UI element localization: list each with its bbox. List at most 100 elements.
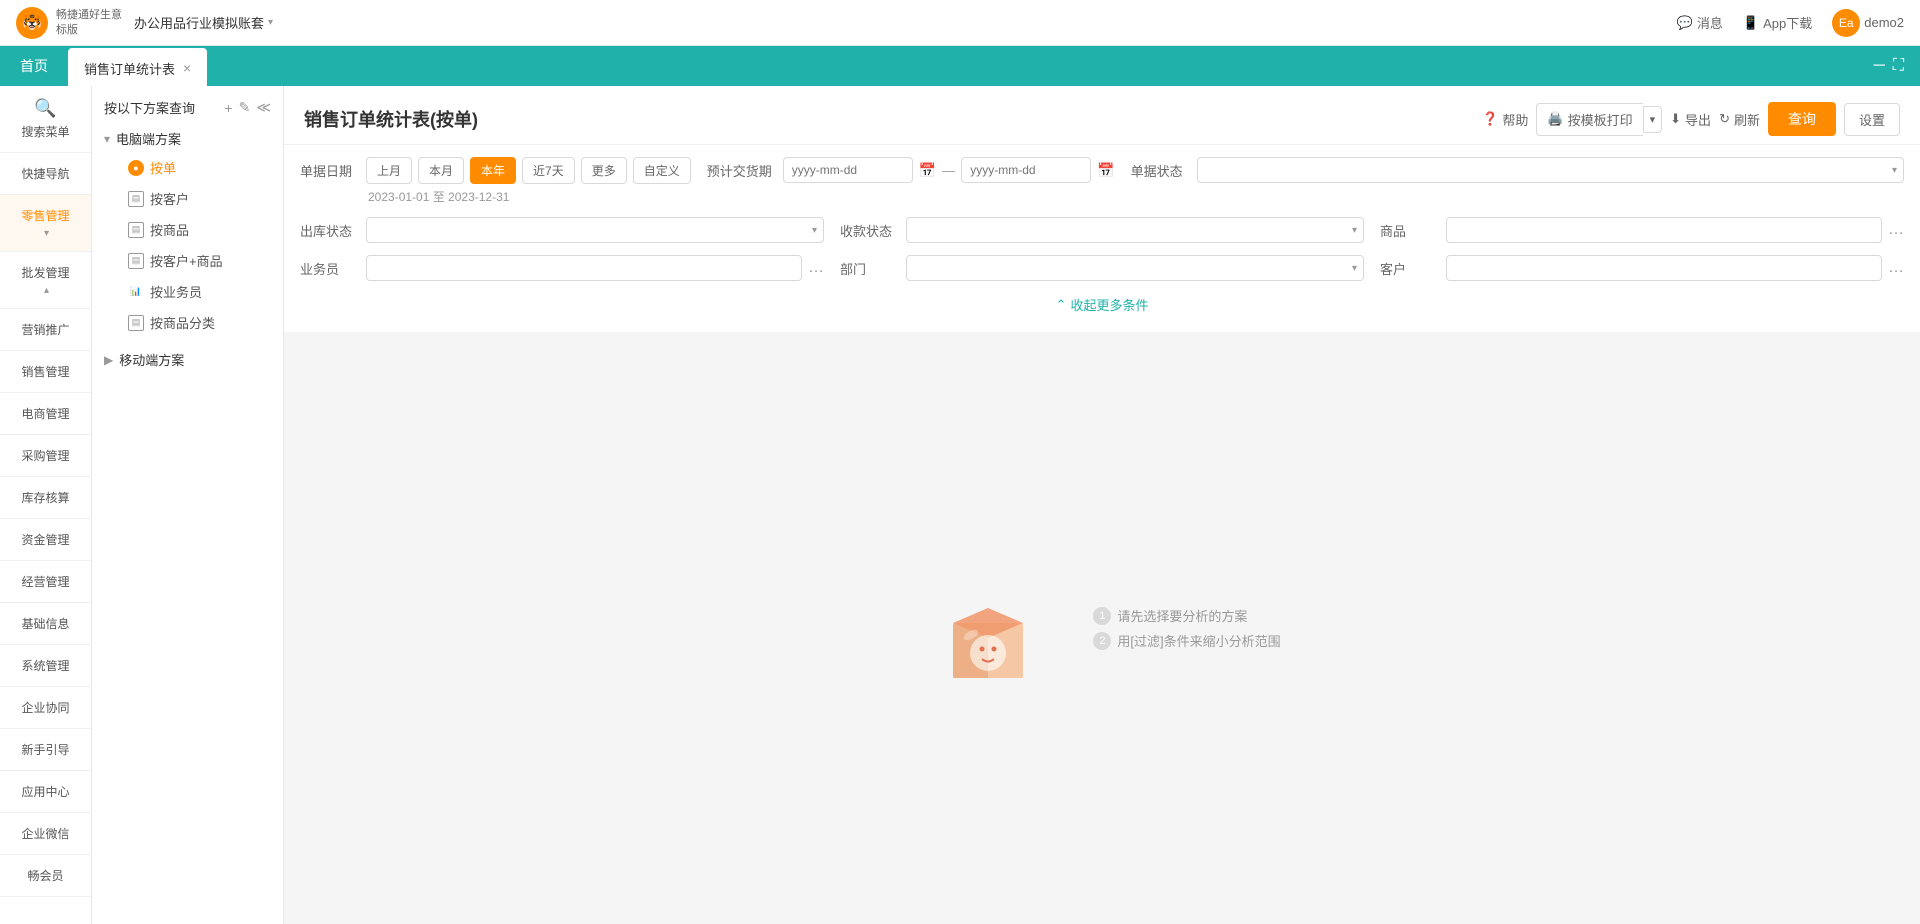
salesperson-more-icon[interactable]: … bbox=[808, 259, 824, 277]
salesperson-input[interactable] bbox=[366, 255, 802, 281]
page-header: 销售订单统计表(按单) ❓ 帮助 🖨️ 按模板打印 ▾ ⬇ bbox=[284, 86, 1920, 145]
scheme-icon: ▤ bbox=[128, 253, 144, 269]
sidebar-item-sales[interactable]: 销售管理 bbox=[0, 351, 91, 393]
filters-container: 单据日期 上月 本月 本年 近7天 更多 自定义 2023-01-01 至 20… bbox=[284, 145, 1920, 332]
scheme-item-by-customer-goods[interactable]: ▤ 按客户+商品 bbox=[116, 245, 283, 276]
expected-date-end[interactable] bbox=[961, 157, 1091, 183]
header-right: 💬 消息 📱 App下载 Ea demo2 bbox=[1677, 9, 1904, 37]
user-profile[interactable]: Ea demo2 bbox=[1832, 9, 1904, 37]
scheme-active-icon: ● bbox=[128, 160, 144, 176]
sidebar: 🔍 搜索菜单 快捷导航 零售管理 ▾ 批发管理 ▴ 营销推广 销售管理 电商管理… bbox=[0, 86, 92, 924]
goods-label: 商品 bbox=[1380, 221, 1440, 240]
help-button[interactable]: ❓ 帮助 bbox=[1482, 110, 1528, 129]
tab-sales-order[interactable]: 销售订单统计表 × bbox=[68, 48, 207, 88]
scheme-header: 按以下方案查询 + ✎ ≪ bbox=[92, 98, 283, 125]
tab-bar: 首页 销售订单统计表 × ─ ⛶ bbox=[0, 46, 1920, 86]
sidebar-item-business[interactable]: 经营管理 bbox=[0, 561, 91, 603]
export-icon: ⬇ bbox=[1670, 111, 1681, 127]
chevron-right-icon: ▶ bbox=[104, 353, 113, 367]
date-btn-more[interactable]: 更多 bbox=[581, 157, 627, 184]
department-filter: 部门 ▾ bbox=[840, 255, 1364, 281]
sidebar-item-newbie[interactable]: 新手引导 bbox=[0, 729, 91, 771]
date-btn-7days[interactable]: 近7天 bbox=[522, 157, 575, 184]
sidebar-item-wholesale[interactable]: 批发管理 ▴ bbox=[0, 252, 91, 309]
page-title: 销售订单统计表(按单) bbox=[304, 106, 478, 132]
scheme-item-by-salesperson[interactable]: 📊 按业务员 bbox=[116, 276, 283, 307]
payment-select-container: ▾ bbox=[906, 217, 1364, 243]
date-btn-last-month[interactable]: 上月 bbox=[366, 157, 412, 184]
status-select[interactable] bbox=[1197, 157, 1904, 183]
calendar-icon-start[interactable]: 📅 bbox=[919, 162, 936, 179]
settings-button[interactable]: 设置 bbox=[1844, 103, 1900, 136]
sidebar-item-basic[interactable]: 基础信息 bbox=[0, 603, 91, 645]
delivery-select[interactable] bbox=[366, 217, 824, 243]
date-separator: — bbox=[942, 163, 955, 178]
window-maximize-button[interactable]: ⛶ bbox=[1893, 58, 1904, 74]
app-download-button[interactable]: 📱 App下载 bbox=[1743, 13, 1812, 32]
sidebar-item-inventory[interactable]: 库存核算 bbox=[0, 477, 91, 519]
expected-date-filter: 预计交货期 📅 — 📅 bbox=[707, 157, 1115, 183]
add-scheme-icon[interactable]: + bbox=[224, 100, 232, 116]
payment-select[interactable] bbox=[906, 217, 1364, 243]
sidebar-item-app-center[interactable]: 应用中心 bbox=[0, 771, 91, 813]
sidebar-item-member[interactable]: 畅会员 bbox=[0, 855, 91, 897]
empty-hint-1: 1 请先选择要分析的方案 bbox=[1093, 606, 1247, 625]
company-selector[interactable]: 办公用品行业模拟账套 ▾ bbox=[134, 13, 273, 32]
date-btn-custom[interactable]: 自定义 bbox=[633, 157, 691, 184]
sidebar-item-enterprise-wechat[interactable]: 企业微信 bbox=[0, 813, 91, 855]
date-btn-this-month[interactable]: 本月 bbox=[418, 157, 464, 184]
delivery-select-container: ▾ bbox=[366, 217, 824, 243]
scheme-category-mobile[interactable]: ▶ 移动端方案 bbox=[92, 346, 283, 373]
empty-state-content: 1 请先选择要分析的方案 2 用[过滤]条件来缩小分析范围 bbox=[923, 563, 1280, 693]
tab-home[interactable]: 首页 bbox=[0, 46, 68, 86]
message-button[interactable]: 💬 消息 bbox=[1677, 13, 1723, 32]
date-range-display: 2023-01-01 至 2023-12-31 bbox=[300, 188, 691, 205]
edit-scheme-icon[interactable]: ✎ bbox=[239, 99, 251, 116]
sidebar-item-system[interactable]: 系统管理 bbox=[0, 645, 91, 687]
sidebar-item-ecommerce[interactable]: 电商管理 bbox=[0, 393, 91, 435]
department-select[interactable] bbox=[906, 255, 1364, 281]
expected-date-start[interactable] bbox=[783, 157, 913, 183]
scheme-item-by-goods[interactable]: ▤ 按商品 bbox=[116, 214, 283, 245]
scheme-item-by-order[interactable]: ● 按单 bbox=[116, 152, 283, 183]
collapse-filters-button[interactable]: ⌃ 收起更多条件 bbox=[300, 289, 1904, 320]
sidebar-item-purchase[interactable]: 采购管理 bbox=[0, 435, 91, 477]
print-dropdown-button[interactable]: ▾ bbox=[1643, 106, 1663, 133]
scheme-item-by-category[interactable]: ▤ 按商品分类 bbox=[116, 307, 283, 338]
scheme-item-by-customer[interactable]: ▤ 按客户 bbox=[116, 183, 283, 214]
print-button[interactable]: 🖨️ 按模板打印 bbox=[1536, 103, 1642, 136]
status-label: 单据状态 bbox=[1131, 161, 1191, 180]
date-btn-this-year[interactable]: 本年 bbox=[470, 157, 516, 184]
sidebar-item-retail[interactable]: 零售管理 ▾ bbox=[0, 195, 91, 252]
goods-more-icon[interactable]: … bbox=[1888, 221, 1904, 239]
collapse-scheme-icon[interactable]: ≪ bbox=[256, 99, 271, 116]
main-layout: 🔍 搜索菜单 快捷导航 零售管理 ▾ 批发管理 ▴ 营销推广 销售管理 电商管理… bbox=[0, 86, 1920, 924]
page-actions: ❓ 帮助 🖨️ 按模板打印 ▾ ⬇ 导出 bbox=[1482, 102, 1900, 136]
calendar-icon-end[interactable]: 📅 bbox=[1097, 162, 1114, 179]
department-select-container: ▾ bbox=[906, 255, 1364, 281]
goods-input[interactable] bbox=[1446, 217, 1882, 243]
sidebar-item-enterprise[interactable]: 企业协同 bbox=[0, 687, 91, 729]
scheme-header-actions: + ✎ ≪ bbox=[224, 99, 271, 116]
logo-text: 畅捷通好生意 标版 bbox=[56, 8, 122, 37]
chevron-down-icon: ▾ bbox=[44, 228, 49, 239]
hint-number-1: 1 bbox=[1093, 607, 1111, 625]
sidebar-item-marketing[interactable]: 营销推广 bbox=[0, 309, 91, 351]
customer-input[interactable] bbox=[1446, 255, 1882, 281]
query-button[interactable]: 查询 bbox=[1768, 102, 1836, 136]
avatar: Ea bbox=[1832, 9, 1860, 37]
sidebar-item-quick-nav[interactable]: 快捷导航 bbox=[0, 153, 91, 195]
window-minimize-button[interactable]: ─ bbox=[1873, 58, 1884, 74]
delivery-label: 出库状态 bbox=[300, 221, 360, 240]
refresh-button[interactable]: ↻ 刷新 bbox=[1719, 110, 1760, 129]
export-button[interactable]: ⬇ 导出 bbox=[1670, 110, 1711, 129]
tab-close-icon[interactable]: × bbox=[183, 61, 191, 75]
print-icon: 🖨️ bbox=[1547, 111, 1563, 127]
empty-hint-2: 2 用[过滤]条件来缩小分析范围 bbox=[1093, 631, 1280, 650]
scheme-category-pc[interactable]: ▾ 电脑端方案 bbox=[92, 125, 283, 152]
empty-hints: 1 请先选择要分析的方案 2 用[过滤]条件来缩小分析范围 bbox=[1093, 606, 1280, 650]
sidebar-item-finance[interactable]: 资金管理 bbox=[0, 519, 91, 561]
customer-more-icon[interactable]: … bbox=[1888, 259, 1904, 277]
sidebar-item-search[interactable]: 🔍 搜索菜单 bbox=[0, 86, 91, 153]
scheme-icon: ▤ bbox=[128, 222, 144, 238]
